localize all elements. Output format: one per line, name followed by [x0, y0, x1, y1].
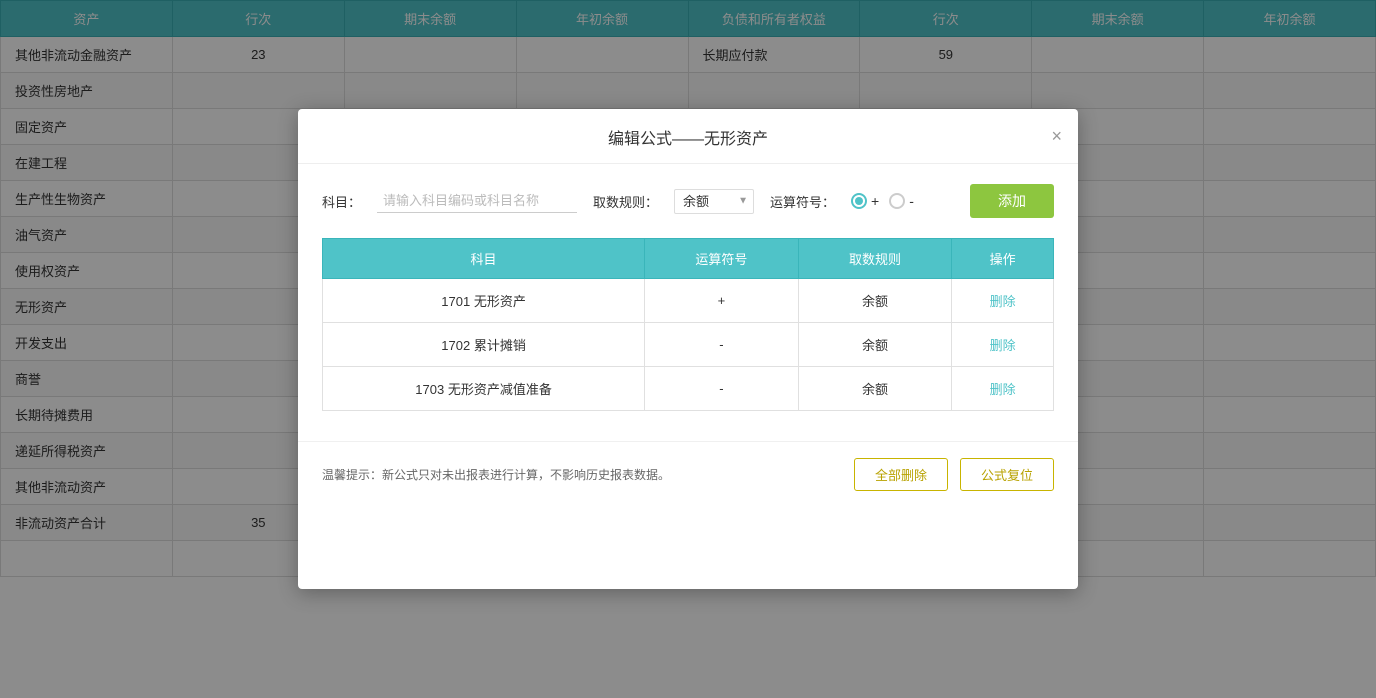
row-rule-1: 余额: [798, 323, 952, 367]
row-operator-2: -: [645, 367, 799, 411]
row-action-2: 删除: [952, 367, 1054, 411]
rule-select-container: 余额 借方 贷方 ▼: [674, 189, 754, 214]
modal-footer: 温馨提示：新公式只对未出报表进行计算，不影响历史报表数据。 全部删除 公式复位: [298, 441, 1078, 511]
row-rule-0: 余额: [798, 279, 952, 323]
table-header-rule: 取数规则: [798, 239, 952, 279]
row-subject-1: 1702 累计摊销: [323, 323, 645, 367]
radio-circle-minus: [889, 193, 905, 209]
operator-label: 运算符号：: [770, 192, 835, 211]
table-row: 1703 无形资产减值准备 - 余额 删除: [323, 367, 1054, 411]
operator-minus-radio[interactable]: -: [889, 193, 914, 209]
operator-plus-label: +: [871, 193, 879, 209]
subject-input[interactable]: [377, 189, 577, 213]
row-subject-2: 1703 无形资产减值准备: [323, 367, 645, 411]
radio-circle-plus: [851, 193, 867, 209]
row-subject-0: 1701 无形资产: [323, 279, 645, 323]
operator-radio-group: + -: [851, 193, 914, 209]
row-action-0: 删除: [952, 279, 1054, 323]
modal-overlay: 编辑公式——无形资产 × 科目： 取数规则： 余额 借方 贷方 ▼ 运算符号：: [0, 0, 1376, 698]
delete-button-1[interactable]: 删除: [990, 338, 1016, 353]
rule-label: 取数规则：: [593, 192, 658, 211]
footer-tip: 温馨提示：新公式只对未出报表进行计算，不影响历史报表数据。: [322, 466, 670, 483]
formula-table: 科目 运算符号 取数规则 操作 1701 无形资产 + 余额 删除: [322, 238, 1054, 411]
footer-buttons: 全部删除 公式复位: [854, 458, 1054, 491]
add-button[interactable]: 添加: [970, 184, 1054, 218]
rule-select[interactable]: 余额 借方 贷方: [674, 189, 754, 214]
row-operator-1: -: [645, 323, 799, 367]
delete-button-2[interactable]: 删除: [990, 382, 1016, 397]
modal-title: 编辑公式——无形资产: [608, 131, 768, 148]
delete-button-0[interactable]: 删除: [990, 294, 1016, 309]
row-operator-0: +: [645, 279, 799, 323]
row-action-1: 删除: [952, 323, 1054, 367]
table-header-operator: 运算符号: [645, 239, 799, 279]
table-row: 1701 无形资产 + 余额 删除: [323, 279, 1054, 323]
modal-close-button[interactable]: ×: [1051, 127, 1062, 145]
table-row: 1702 累计摊销 - 余额 删除: [323, 323, 1054, 367]
modal-header: 编辑公式——无形资产 ×: [298, 109, 1078, 164]
delete-all-button[interactable]: 全部删除: [854, 458, 948, 491]
table-header-action: 操作: [952, 239, 1054, 279]
reset-formula-button[interactable]: 公式复位: [960, 458, 1054, 491]
form-row: 科目： 取数规则： 余额 借方 贷方 ▼ 运算符号： +: [322, 184, 1054, 218]
table-header-subject: 科目: [323, 239, 645, 279]
modal-body: 科目： 取数规则： 余额 借方 贷方 ▼ 运算符号： +: [298, 164, 1078, 431]
subject-label: 科目：: [322, 192, 361, 211]
operator-minus-label: -: [909, 193, 914, 209]
row-rule-2: 余额: [798, 367, 952, 411]
edit-formula-modal: 编辑公式——无形资产 × 科目： 取数规则： 余额 借方 贷方 ▼ 运算符号：: [298, 109, 1078, 589]
operator-plus-radio[interactable]: +: [851, 193, 879, 209]
